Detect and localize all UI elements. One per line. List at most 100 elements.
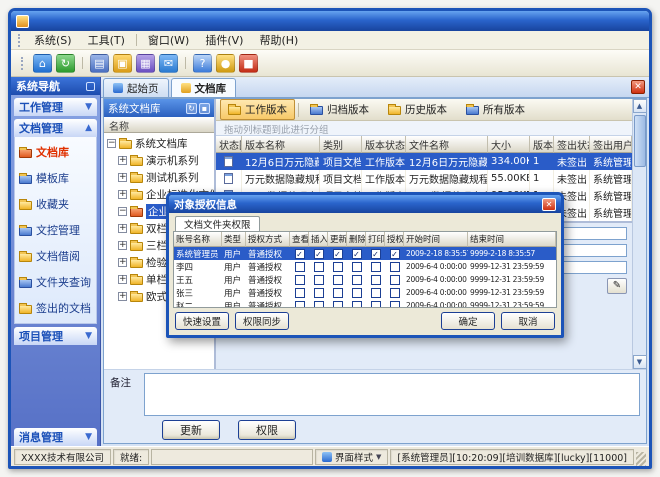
col-auth-mode[interactable]: 授权方式 — [246, 232, 290, 247]
update-button[interactable]: 更新 — [162, 420, 220, 440]
col-version-no[interactable]: 版本号 — [530, 136, 554, 153]
tab-history-versions[interactable]: 历史版本 — [380, 99, 455, 120]
tab-document-library[interactable]: 文档库 — [171, 78, 237, 97]
view-checkbox[interactable]: ✓ — [295, 249, 305, 259]
view-checkbox[interactable] — [295, 262, 305, 272]
panel-project-management[interactable]: 项目管理 ▼ — [14, 327, 97, 345]
delete-checkbox[interactable]: ✓ — [352, 249, 362, 259]
edit-button[interactable]: ✎ — [607, 278, 627, 294]
tree-node[interactable]: 演示机系列 — [104, 152, 214, 169]
tab-folder-permissions[interactable]: 文档文件夹权限 — [175, 216, 260, 231]
insert-checkbox[interactable] — [314, 262, 324, 272]
scrollbar-thumb[interactable] — [634, 115, 646, 167]
collapse-icon[interactable] — [107, 139, 116, 148]
report-icon[interactable]: ▦ — [136, 54, 155, 73]
home-icon[interactable]: ⌂ — [33, 54, 52, 73]
sidebar-item-folder-search[interactable]: 文件夹查询 — [19, 274, 92, 290]
refresh-icon[interactable]: ↻ — [56, 54, 75, 73]
print-checkbox[interactable] — [371, 262, 381, 272]
col-type[interactable]: 类型 — [222, 232, 246, 247]
authorize-checkbox[interactable] — [390, 301, 400, 309]
print-checkbox[interactable] — [371, 288, 381, 298]
tab-working-versions[interactable]: 工作版本 — [220, 99, 295, 120]
expand-icon[interactable] — [118, 241, 127, 250]
tree-node[interactable]: 测试机系列 — [104, 169, 214, 186]
permission-row[interactable]: 赵二 用户 普通授权 2009-6-4 0:00:00 9999-12-31 2… — [174, 299, 556, 308]
view-checkbox[interactable] — [295, 301, 305, 309]
close-tab-button[interactable]: ✕ — [631, 80, 645, 94]
sidebar-item-template-library[interactable]: 模板库 — [19, 170, 92, 186]
tab-all-versions[interactable]: 所有版本 — [458, 99, 533, 120]
expand-icon[interactable] — [118, 173, 127, 182]
update-checkbox[interactable] — [333, 301, 343, 309]
quick-setup-button[interactable]: 快速设置 — [175, 312, 229, 330]
col-delete[interactable]: 删除 — [347, 232, 366, 247]
permission-row[interactable]: 王五 用户 普通授权 2009-6-4 0:00:00 9999-12-31 2… — [174, 273, 556, 286]
col-checkout-user[interactable]: 签出用户 — [590, 136, 632, 153]
authorize-checkbox[interactable]: ✓ — [390, 249, 400, 259]
insert-checkbox[interactable] — [314, 288, 324, 298]
col-insert[interactable]: 插入 — [309, 232, 328, 247]
col-account-name[interactable]: 账号名称 — [174, 232, 222, 247]
col-category[interactable]: 类别 — [320, 136, 362, 153]
tab-start-page[interactable]: 起始页 — [103, 78, 169, 97]
print-checkbox[interactable] — [371, 301, 381, 309]
refresh-tree-icon[interactable]: ↻ — [186, 103, 197, 114]
update-checkbox[interactable] — [333, 288, 343, 298]
ui-style-selector[interactable]: 界面样式 ▼ — [315, 449, 388, 465]
col-checkout-state[interactable]: 签出状态 — [554, 136, 590, 153]
menu-grip[interactable] — [18, 34, 22, 47]
dialog-close-icon[interactable]: ✕ — [542, 198, 556, 211]
col-print[interactable]: 打印 — [366, 232, 385, 247]
tab-archived-versions[interactable]: 归档版本 — [302, 99, 377, 120]
permission-row[interactable]: 系统管理员 用户 普通授权 ✓ ✓ ✓ ✓ ✓ ✓ 2009-2-18 8:35… — [174, 247, 556, 260]
tree-name-column-header[interactable]: 名称 — [104, 117, 214, 133]
delete-checkbox[interactable] — [352, 262, 362, 272]
delete-checkbox[interactable] — [352, 288, 362, 298]
insert-checkbox[interactable] — [314, 301, 324, 309]
scroll-up-icon[interactable]: ▲ — [633, 99, 647, 113]
insert-checkbox[interactable]: ✓ — [314, 249, 324, 259]
menu-help[interactable]: 帮助(H) — [251, 31, 306, 49]
pin-panel-icon[interactable]: ▪ — [199, 103, 210, 114]
cancel-button[interactable]: 取消 — [501, 312, 555, 330]
vertical-scrollbar[interactable]: ▲ ▼ — [632, 99, 646, 369]
panel-document-management[interactable]: 文档管理 ▲ — [14, 119, 97, 137]
menu-plugins[interactable]: 插件(V) — [197, 31, 251, 49]
col-size[interactable]: 大小 — [488, 136, 530, 153]
menu-window[interactable]: 窗口(W) — [140, 31, 197, 49]
update-checkbox[interactable] — [333, 275, 343, 285]
expand-icon[interactable] — [118, 190, 127, 199]
authorize-checkbox[interactable] — [390, 288, 400, 298]
permission-button[interactable]: 权限 — [238, 420, 296, 440]
collapse-icon[interactable] — [118, 207, 127, 216]
menu-tools[interactable]: 工具(T) — [80, 31, 133, 49]
lock-icon[interactable]: ● — [216, 54, 235, 73]
col-file-name[interactable]: 文件名称 — [406, 136, 488, 153]
help-icon[interactable]: ? — [193, 54, 212, 73]
col-end-time[interactable]: 结束时间 — [468, 232, 556, 247]
sidebar-item-doc-borrow[interactable]: 文档借阅 — [19, 248, 92, 264]
toolbar-grip[interactable] — [21, 57, 25, 70]
update-checkbox[interactable]: ✓ — [333, 249, 343, 259]
table-row[interactable]: 万元数据隐藏规程3 项目文档 工作版本 万元数据隐藏规程3.doc 55.00K… — [216, 170, 632, 187]
expand-icon[interactable] — [118, 292, 127, 301]
new-document-icon[interactable]: ▤ — [90, 54, 109, 73]
permission-row[interactable]: 李四 用户 普通授权 2009-6-4 0:00:00 9999-12-31 2… — [174, 260, 556, 273]
mail-icon[interactable]: ✉ — [159, 54, 178, 73]
sidebar-item-checked-out-docs[interactable]: 签出的文档 — [19, 300, 92, 316]
col-update[interactable]: 更新 — [328, 232, 347, 247]
scroll-down-icon[interactable]: ▼ — [633, 355, 647, 369]
authorize-checkbox[interactable] — [390, 275, 400, 285]
sidebar-item-favorites[interactable]: 收藏夹 — [19, 196, 92, 212]
table-row[interactable]: 12月6日万元隐藏行情 项目文档 工作版本 12月6日万元隐藏行情.xls 33… — [216, 153, 632, 170]
view-checkbox[interactable] — [295, 275, 305, 285]
insert-checkbox[interactable] — [314, 275, 324, 285]
authorize-checkbox[interactable] — [390, 262, 400, 272]
expand-icon[interactable] — [118, 275, 127, 284]
print-checkbox[interactable]: ✓ — [371, 249, 381, 259]
ok-button[interactable]: 确定 — [441, 312, 495, 330]
col-view[interactable]: 查看 — [290, 232, 309, 247]
group-by-hint[interactable]: 拖动列标题到此进行分组 — [216, 121, 632, 136]
delete-checkbox[interactable] — [352, 301, 362, 309]
